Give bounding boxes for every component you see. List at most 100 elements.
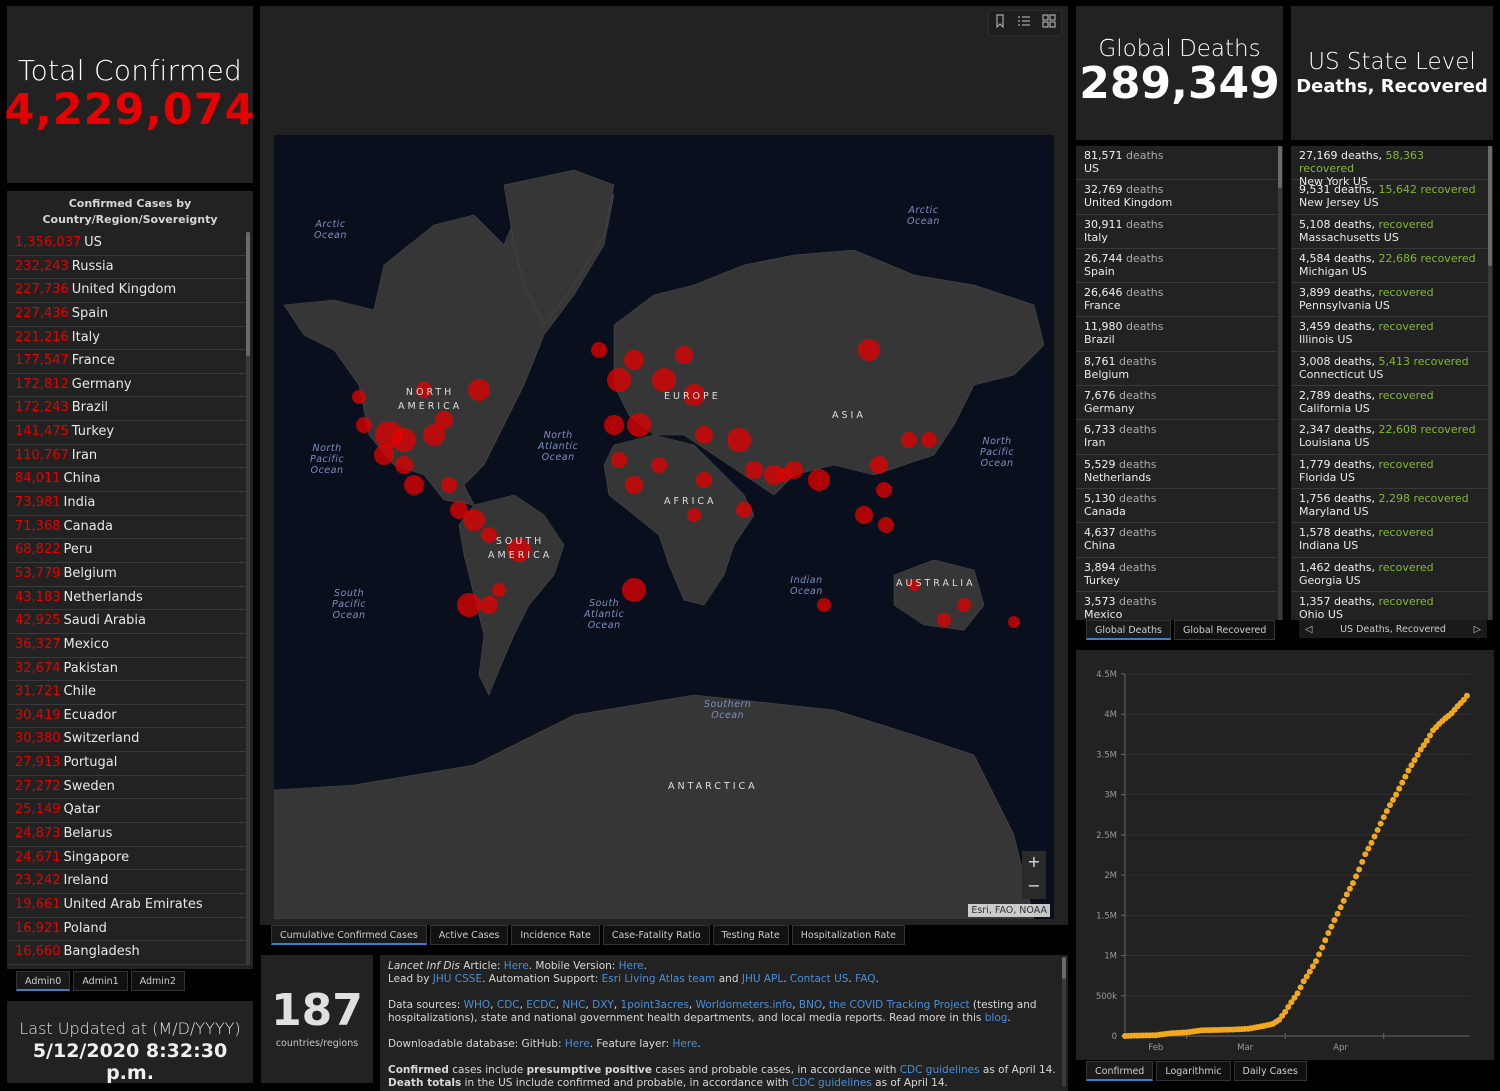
confirmed-point[interactable] [1331, 917, 1338, 924]
list-icon[interactable] [1017, 14, 1031, 32]
case-bubble[interactable] [745, 461, 763, 479]
case-bubble[interactable] [675, 346, 693, 364]
us-state-scrollbar[interactable] [1488, 146, 1492, 620]
confirmed-point[interactable] [1337, 904, 1344, 911]
case-bubble[interactable] [611, 452, 627, 468]
case-bubble[interactable] [937, 613, 951, 627]
confirmed-point[interactable] [1322, 937, 1329, 944]
confirmed-point[interactable] [1294, 990, 1301, 997]
global-deaths-item[interactable]: 8,761 deaths Belgium [1076, 352, 1277, 387]
country-list-item[interactable]: 30,419 Ecuador [7, 705, 247, 729]
confirmed-point[interactable] [1356, 866, 1363, 873]
qr-grid-icon[interactable] [1042, 14, 1056, 32]
country-list-item[interactable]: 30,380 Switzerland [7, 728, 247, 753]
jhu-csse-link[interactable]: JHU CSSE [433, 973, 482, 985]
case-bubble[interactable] [441, 477, 457, 493]
confirmed-point[interactable] [1380, 814, 1387, 821]
country-list-item[interactable]: 141,475 Turkey [7, 421, 247, 445]
country-list-item[interactable]: 73,981 India [7, 492, 247, 516]
us-state-item[interactable]: 4,584 deaths, 22,686 recovered Michigan U… [1291, 249, 1487, 284]
case-bubble[interactable] [352, 390, 366, 404]
case-bubble[interactable] [777, 468, 791, 482]
confirmed-point[interactable] [1377, 820, 1384, 827]
confirmed-point[interactable] [1371, 833, 1378, 840]
us-state-item[interactable]: 1,462 deaths, recovered Georgia US [1291, 558, 1487, 592]
case-bubble[interactable] [356, 417, 372, 433]
country-list-item[interactable]: 227,736 United Kingdom [7, 279, 247, 303]
confirmed-point[interactable] [1362, 851, 1369, 858]
country-list-item[interactable]: 68,822 Peru [7, 539, 247, 563]
case-bubble[interactable] [607, 368, 631, 392]
admin-tab-admin2[interactable]: Admin2 [130, 971, 185, 991]
country-list-item[interactable]: 177,547 France [7, 350, 247, 374]
source-link[interactable]: the COVID Tracking Project [829, 999, 970, 1011]
confirmed-point[interactable] [1306, 968, 1313, 975]
cdc-guidelines-link[interactable]: CDC guidelines [900, 1064, 980, 1076]
bookmark-icon[interactable] [994, 14, 1006, 32]
global-deaths-scroll-thumb[interactable] [1278, 146, 1282, 188]
map-layer-tab-testing-rate[interactable]: Testing Rate [712, 925, 789, 945]
us-state-item[interactable]: 3,899 deaths, recovered Pennsylvania US [1291, 283, 1487, 318]
info-scroll-thumb[interactable] [1062, 957, 1066, 979]
blog-link[interactable]: blog [985, 1012, 1008, 1024]
admin-tab-admin0[interactable]: Admin0 [16, 971, 71, 991]
admin-tab-admin1[interactable]: Admin1 [73, 971, 128, 991]
github-link[interactable]: Here [565, 1038, 590, 1050]
confirmed-point[interactable] [1411, 757, 1418, 764]
country-list-item[interactable]: 24,671 Singapore [7, 847, 247, 871]
country-list-item[interactable]: 36,327 Mexico [7, 634, 247, 658]
global-deaths-scrollbar[interactable] [1278, 146, 1282, 620]
country-list-item[interactable]: 27,913 Portugal [7, 752, 247, 776]
confirmed-point[interactable] [1405, 767, 1412, 774]
case-bubble[interactable] [457, 593, 481, 617]
confirmed-point[interactable] [1319, 944, 1326, 951]
confirmed-point[interactable] [1359, 858, 1366, 865]
confirmed-point[interactable] [1328, 923, 1335, 930]
case-bubble[interactable] [423, 424, 445, 446]
case-bubble[interactable] [808, 469, 830, 491]
global-deaths-item[interactable]: 6,733 deaths Iran [1076, 420, 1277, 455]
feature-layer-link[interactable]: Here [672, 1038, 697, 1050]
confirmed-point[interactable] [1343, 891, 1350, 898]
global-deaths-item[interactable]: 26,744 deaths Spain [1076, 249, 1277, 284]
confirmed-point[interactable] [1408, 762, 1415, 769]
country-list-item[interactable]: 71,368 Canada [7, 516, 247, 540]
case-bubble[interactable] [921, 432, 937, 448]
confirmed-point[interactable] [1316, 951, 1323, 958]
country-list-item[interactable]: 32,674 Pakistan [7, 658, 247, 682]
lancet-article-link[interactable]: Here [504, 960, 529, 972]
case-bubble[interactable] [404, 475, 424, 495]
global-deaths-item[interactable]: 32,769 deaths United Kingdom [1076, 180, 1277, 215]
chart-tab-logarithmic[interactable]: Logarithmic [1156, 1061, 1231, 1081]
case-bubble[interactable] [492, 583, 506, 597]
global-deaths-item[interactable]: 3,894 deaths Turkey [1076, 558, 1277, 592]
confirmed-point[interactable] [1349, 880, 1356, 887]
source-link[interactable]: ECDC [526, 999, 555, 1011]
us-state-item[interactable]: 3,459 deaths, recovered Illinois US [1291, 317, 1487, 352]
map-layer-tab-cumulative-confirmed-cases[interactable]: Cumulative Confirmed Cases [271, 925, 427, 945]
case-bubble[interactable] [858, 339, 880, 361]
confirmed-point[interactable] [1340, 897, 1347, 904]
country-list-item[interactable]: 84,011 China [7, 468, 247, 493]
confirmed-point[interactable] [1346, 885, 1353, 892]
confirmed-point[interactable] [1426, 732, 1433, 739]
country-list-item[interactable]: 43,183 Netherlands [7, 587, 247, 611]
country-list-item[interactable]: 172,243 Brazil [7, 397, 247, 422]
confirmed-point[interactable] [1402, 773, 1409, 780]
global-deaths-item[interactable]: 30,911 deaths Italy [1076, 215, 1277, 249]
chart-tab-confirmed[interactable]: Confirmed [1086, 1061, 1154, 1081]
country-list-item[interactable]: 19,661 United Arab Emirates [7, 894, 247, 918]
info-scrollbar[interactable] [1062, 957, 1066, 1087]
country-list-item[interactable]: 24,873 Belarus [7, 823, 247, 847]
source-link[interactable]: WHO [464, 999, 491, 1011]
country-list-item[interactable]: 53,779 Belgium [7, 563, 247, 587]
case-bubble[interactable] [876, 482, 892, 498]
case-bubble[interactable] [855, 506, 873, 524]
cdc-guidelines-link-2[interactable]: CDC guidelines [792, 1077, 872, 1089]
confirmed-point[interactable] [1309, 963, 1316, 970]
zoom-in-button[interactable]: + [1027, 851, 1040, 875]
case-bubble[interactable] [687, 508, 701, 522]
country-list-item[interactable]: 23,242 Ireland [7, 870, 247, 894]
case-bubble[interactable] [622, 578, 646, 602]
confirmed-point[interactable] [1389, 796, 1396, 803]
